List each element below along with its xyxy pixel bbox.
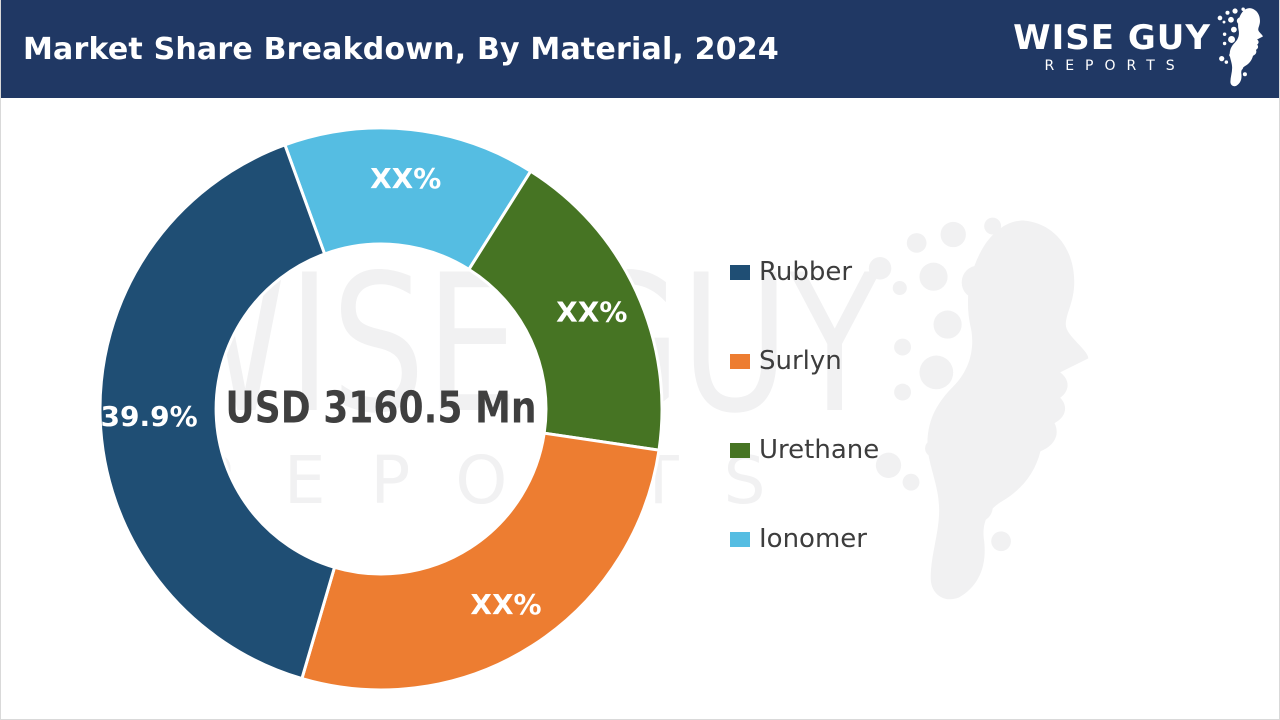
header: Market Share Breakdown, By Material, 202… (1, 0, 1279, 98)
watermark-face-icon (868, 217, 1089, 600)
legend-label-surlyn: Surlyn (759, 346, 842, 376)
legend-label-ionomer: Ionomer (759, 524, 867, 554)
segment-value-label-surlyn: XX% (470, 588, 541, 621)
legend-marker-urethane (730, 442, 750, 458)
segment-value-label-rubber: 39.9% (101, 400, 198, 433)
legend-marker-ionomer (730, 531, 750, 547)
wiseguy-face-icon (1217, 7, 1263, 87)
chart-center-value: USD 3160.5 Mn (225, 382, 537, 434)
logo-subtitle: REPORTS (1044, 58, 1186, 75)
donut-segment-surlyn[interactable] (300, 431, 661, 692)
page: Market Share Breakdown, By Material, 202… (0, 0, 1280, 720)
legend-item-surlyn[interactable]: Surlyn (730, 341, 879, 381)
segment-value-label-ionomer: XX% (370, 162, 441, 195)
wiseguy-logo: WISE GUY REPORTS (1013, 6, 1271, 88)
legend-item-urethane[interactable]: Urethane (730, 430, 879, 470)
legend-marker-surlyn (730, 353, 750, 369)
report-title: Market Share Breakdown, By Material, 202… (23, 31, 779, 67)
legend-item-rubber[interactable]: Rubber (730, 252, 879, 292)
logo-wordmark: WISE GUY (1013, 17, 1211, 58)
chart-legend: Rubber Surlyn Urethane Ionomer (730, 252, 879, 608)
legend-marker-rubber (730, 264, 750, 280)
legend-label-urethane: Urethane (759, 435, 880, 465)
legend-label-rubber: Rubber (759, 257, 853, 287)
legend-item-ionomer[interactable]: Ionomer (730, 519, 879, 559)
segment-value-label-urethane: XX% (556, 296, 627, 329)
